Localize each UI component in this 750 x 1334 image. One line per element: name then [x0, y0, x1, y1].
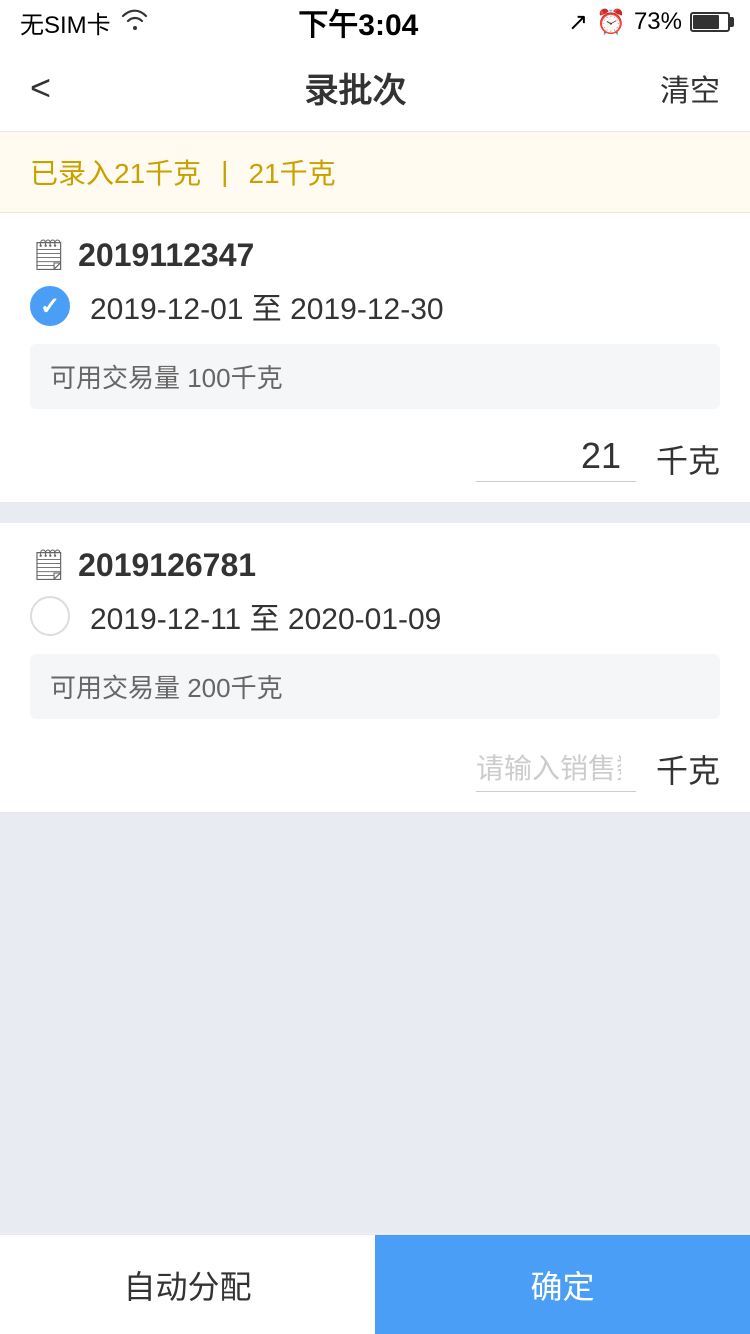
batch1-availability: 可用交易量 100千克 [30, 344, 720, 409]
empty-area [0, 813, 750, 1233]
alarm-icon: ⏰ [596, 8, 626, 37]
battery-percent: 73% [634, 8, 682, 36]
batch2-number: 2019126781 [78, 547, 256, 584]
status-bar: 无SIM卡 下午3:04 ↗ ⏰ 73% [0, 0, 750, 44]
batch1-unit: 千克 [656, 436, 720, 482]
back-button[interactable]: < [30, 67, 51, 109]
batch-item-2: 🗒 2019126781 2019-12-11 至 2020-01-09 可用交… [0, 523, 750, 813]
batch1-number: 2019112347 [78, 237, 254, 274]
summary-bar: 已录入21千克 | 21千克 [0, 132, 750, 213]
status-right: ↗ ⏰ 73% [568, 8, 730, 37]
batch2-quantity-row: 千克 [0, 735, 750, 813]
bottom-bar: 自动分配 确定 [0, 1234, 750, 1334]
summary-total: 21千克 [248, 152, 335, 192]
location-icon: ↗ [568, 8, 588, 37]
wifi-icon [121, 8, 149, 37]
battery-icon [690, 12, 730, 32]
batch2-date-row: 2019-12-11 至 2020-01-09 [0, 594, 750, 654]
batch1-date-row: 2019-12-01 至 2019-12-30 [0, 284, 750, 344]
batch2-checkbox[interactable] [30, 596, 70, 636]
confirm-button[interactable]: 确定 [375, 1235, 750, 1334]
batch-item-1: 🗒 2019112347 2019-12-01 至 2019-12-30 可用交… [0, 213, 750, 503]
page-title: 录批次 [305, 63, 407, 112]
batch2-availability: 可用交易量 200千克 [30, 654, 720, 719]
batch1-quantity-input[interactable] [476, 435, 636, 482]
batch1-quantity-row: 千克 [0, 425, 750, 503]
batch2-icon: 🗒 [30, 548, 68, 583]
batch1-checkbox[interactable] [30, 286, 70, 326]
batch2-header: 🗒 2019126781 [0, 523, 750, 594]
status-left: 无SIM卡 [20, 5, 149, 40]
nav-bar: < 录批次 清空 [0, 44, 750, 132]
section-divider [0, 503, 750, 523]
carrier-label: 无SIM卡 [20, 5, 111, 40]
batch1-header: 🗒 2019112347 [0, 213, 750, 284]
clear-button[interactable]: 清空 [660, 66, 720, 110]
summary-divider: | [221, 156, 228, 188]
auto-distribute-button[interactable]: 自动分配 [0, 1235, 375, 1334]
batch1-icon: 🗒 [30, 238, 68, 273]
recorded-label: 已录入21千克 [30, 152, 201, 192]
batch1-date: 2019-12-01 至 2019-12-30 [90, 284, 444, 328]
batch2-quantity-input[interactable] [476, 745, 636, 792]
batch2-date: 2019-12-11 至 2020-01-09 [90, 594, 441, 638]
batch2-unit: 千克 [656, 746, 720, 792]
time-label: 下午3:04 [298, 0, 418, 44]
